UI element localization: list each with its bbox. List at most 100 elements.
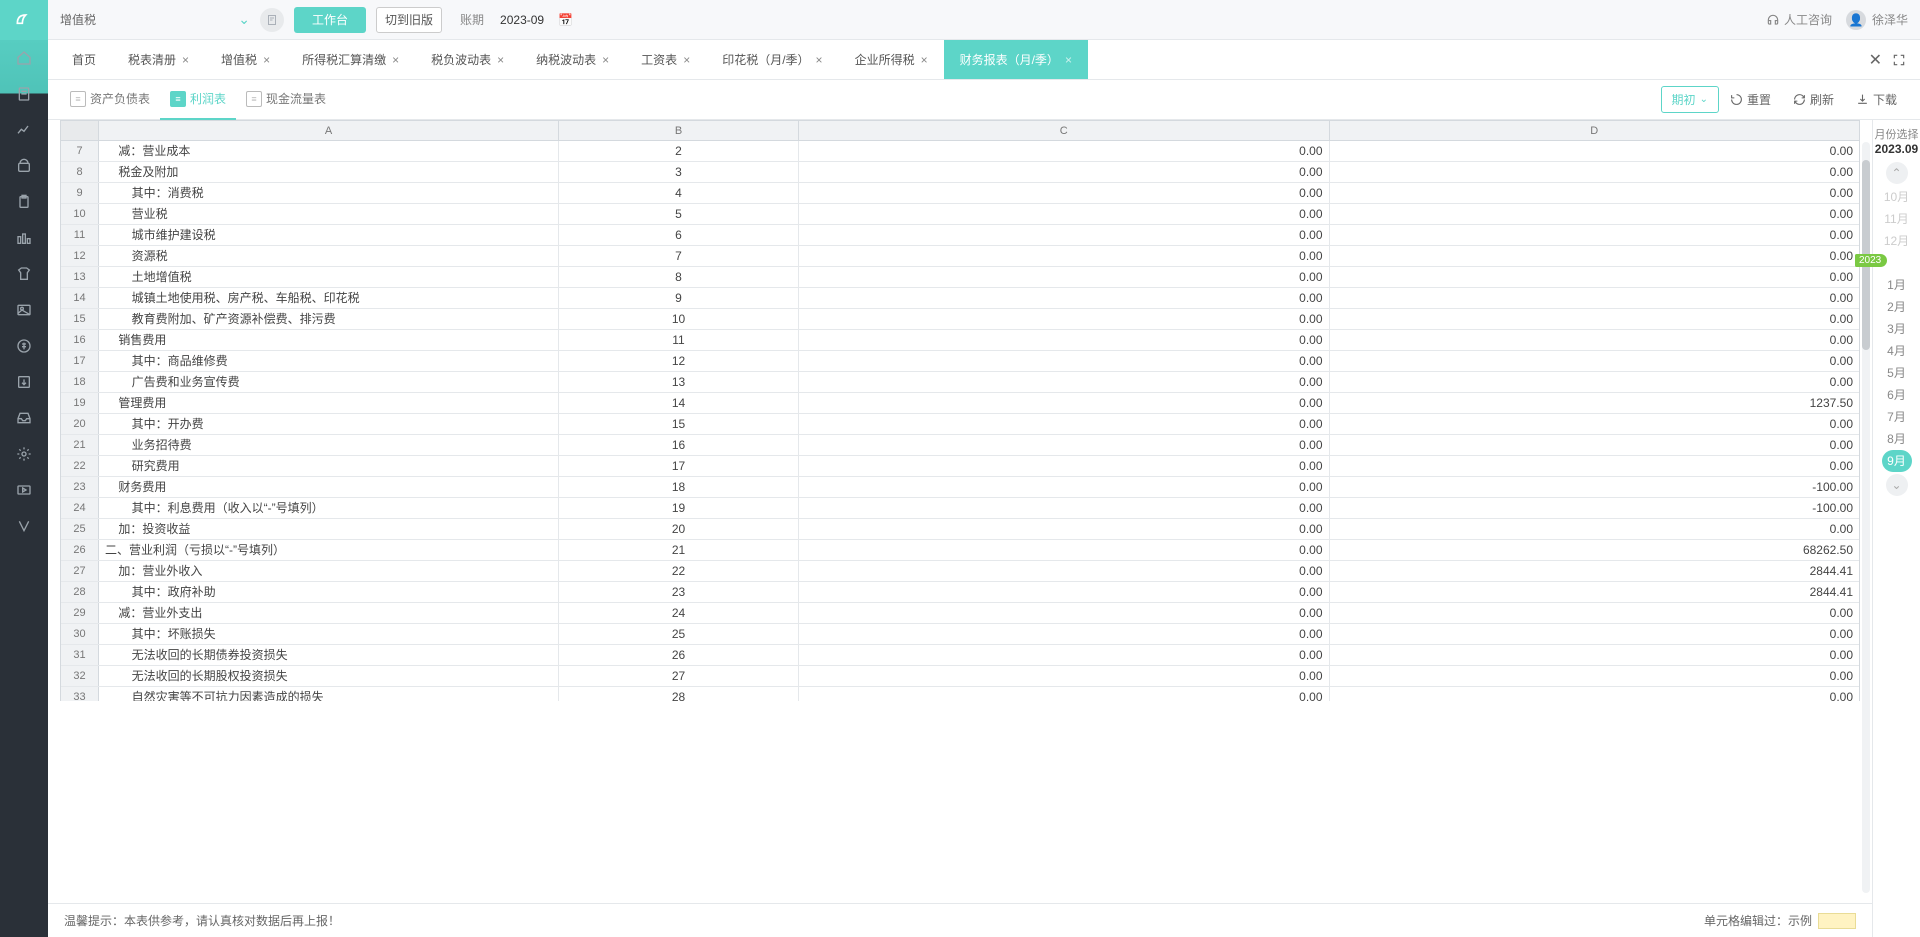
month-item[interactable]: 6月 <box>1882 384 1912 406</box>
cell-d[interactable]: 0.00 <box>1330 183 1860 203</box>
cell-d[interactable]: 68262.50 <box>1330 540 1860 560</box>
cell-a[interactable]: 研究费用 <box>99 456 559 476</box>
row-header[interactable]: 12 <box>61 246 99 266</box>
tab-4[interactable]: 税负波动表× <box>415 40 520 79</box>
row-header[interactable]: 16 <box>61 330 99 350</box>
table-row[interactable]: 11 城市维护建设税60.000.00 <box>61 225 1859 246</box>
cell-c[interactable]: 0.00 <box>799 414 1330 434</box>
cell-a[interactable]: 其中：商品维修费 <box>99 351 559 371</box>
row-header[interactable]: 33 <box>61 687 99 701</box>
cell-c[interactable]: 0.00 <box>799 519 1330 539</box>
cell-d[interactable]: 0.00 <box>1330 687 1860 701</box>
cell-a[interactable]: 销售费用 <box>99 330 559 350</box>
cell-a[interactable]: 广告费和业务宣传费 <box>99 372 559 392</box>
table-row[interactable]: 9 其中：消费税40.000.00 <box>61 183 1859 204</box>
row-header[interactable]: 23 <box>61 477 99 497</box>
nav-doc-icon[interactable] <box>0 76 48 112</box>
cell-d[interactable]: 0.00 <box>1330 624 1860 644</box>
cell-a[interactable]: 业务招待费 <box>99 435 559 455</box>
row-header[interactable]: 24 <box>61 498 99 518</box>
cell-d[interactable]: 0.00 <box>1330 309 1860 329</box>
tab-3[interactable]: 所得税汇算清缴× <box>286 40 415 79</box>
fullscreen-icon[interactable] <box>1892 53 1906 67</box>
month-item[interactable]: 8月 <box>1882 428 1912 450</box>
row-header[interactable]: 17 <box>61 351 99 371</box>
cell-b[interactable]: 13 <box>559 372 799 392</box>
row-header[interactable]: 20 <box>61 414 99 434</box>
month-item[interactable]: 1月 <box>1882 274 1912 296</box>
table-row[interactable]: 23 财务费用180.00-100.00 <box>61 477 1859 498</box>
tab-1[interactable]: 税表清册× <box>112 40 205 79</box>
cell-c[interactable]: 0.00 <box>799 645 1330 665</box>
close-icon[interactable]: × <box>602 53 609 67</box>
cell-c[interactable]: 0.00 <box>799 267 1330 287</box>
cell-d[interactable]: 0.00 <box>1330 456 1860 476</box>
table-row[interactable]: 33 自然灾害等不可抗力因素造成的损失280.000.00 <box>61 687 1859 701</box>
cell-c[interactable]: 0.00 <box>799 603 1330 623</box>
month-item[interactable]: 12月 <box>1884 230 1909 252</box>
cell-b[interactable]: 24 <box>559 603 799 623</box>
tab-2[interactable]: 增值税× <box>205 40 286 79</box>
col-header-a[interactable]: A <box>99 121 559 140</box>
row-header[interactable]: 11 <box>61 225 99 245</box>
cell-a[interactable]: 其中：利息费用（收入以“-”号填列） <box>99 498 559 518</box>
cell-b[interactable]: 3 <box>559 162 799 182</box>
month-item[interactable]: 7月 <box>1882 406 1912 428</box>
cell-b[interactable]: 5 <box>559 204 799 224</box>
cell-d[interactable]: -100.00 <box>1330 477 1860 497</box>
cell-b[interactable]: 8 <box>559 267 799 287</box>
table-row[interactable]: 29 减：营业外支出240.000.00 <box>61 603 1859 624</box>
cell-a[interactable]: 土地增值税 <box>99 267 559 287</box>
cell-a[interactable]: 其中：政府补助 <box>99 582 559 602</box>
table-row[interactable]: 18 广告费和业务宣传费130.000.00 <box>61 372 1859 393</box>
cell-a[interactable]: 无法收回的长期股权投资损失 <box>99 666 559 686</box>
cell-d[interactable]: 0.00 <box>1330 288 1860 308</box>
cell-d[interactable]: 0.00 <box>1330 225 1860 245</box>
row-header[interactable]: 14 <box>61 288 99 308</box>
table-row[interactable]: 19 管理费用140.001237.50 <box>61 393 1859 414</box>
select-all-corner[interactable] <box>61 121 99 140</box>
tab-5[interactable]: 纳税波动表× <box>520 40 625 79</box>
close-icon[interactable]: × <box>1065 53 1072 67</box>
tab-8[interactable]: 企业所得税× <box>839 40 944 79</box>
table-row[interactable]: 22 研究费用170.000.00 <box>61 456 1859 477</box>
subtab-2[interactable]: ≡现金流量表 <box>236 80 336 120</box>
cell-c[interactable]: 0.00 <box>799 435 1330 455</box>
cell-a[interactable]: 加：营业外收入 <box>99 561 559 581</box>
cell-b[interactable]: 15 <box>559 414 799 434</box>
table-row[interactable]: 27 加：营业外收入220.002844.41 <box>61 561 1859 582</box>
cell-b[interactable]: 7 <box>559 246 799 266</box>
cell-d[interactable]: 0.00 <box>1330 330 1860 350</box>
row-header[interactable]: 30 <box>61 624 99 644</box>
table-row[interactable]: 16 销售费用110.000.00 <box>61 330 1859 351</box>
cell-d[interactable]: 0.00 <box>1330 267 1860 287</box>
cell-a[interactable]: 减：营业外支出 <box>99 603 559 623</box>
table-row[interactable]: 21 业务招待费160.000.00 <box>61 435 1859 456</box>
cell-c[interactable]: 0.00 <box>799 162 1330 182</box>
cell-a[interactable]: 资源税 <box>99 246 559 266</box>
cell-b[interactable]: 27 <box>559 666 799 686</box>
cell-c[interactable]: 0.00 <box>799 540 1330 560</box>
cell-c[interactable]: 0.00 <box>799 183 1330 203</box>
nav-money-icon[interactable] <box>0 328 48 364</box>
cell-d[interactable]: 0.00 <box>1330 204 1860 224</box>
table-row[interactable]: 31 无法收回的长期债券投资损失260.000.00 <box>61 645 1859 666</box>
subtab-0[interactable]: ≡资产负债表 <box>60 80 160 120</box>
cell-a[interactable]: 其中：消费税 <box>99 183 559 203</box>
cell-a[interactable]: 营业税 <box>99 204 559 224</box>
close-icon[interactable]: × <box>921 53 928 67</box>
table-row[interactable]: 8 税金及附加30.000.00 <box>61 162 1859 183</box>
tax-type-selector[interactable]: 增值税 ⌄ <box>60 11 250 28</box>
month-item[interactable]: 4月 <box>1882 340 1912 362</box>
cell-b[interactable]: 21 <box>559 540 799 560</box>
table-row[interactable]: 32 无法收回的长期股权投资损失270.000.00 <box>61 666 1859 687</box>
month-next-arrow[interactable]: ⌄ <box>1886 474 1908 496</box>
cell-d[interactable]: 0.00 <box>1330 351 1860 371</box>
close-icon[interactable]: × <box>392 53 399 67</box>
workbench-button[interactable]: 工作台 <box>294 7 366 33</box>
row-header[interactable]: 10 <box>61 204 99 224</box>
cell-d[interactable]: 2844.41 <box>1330 561 1860 581</box>
nav-export-icon[interactable] <box>0 364 48 400</box>
col-header-b[interactable]: B <box>559 121 799 140</box>
cell-b[interactable]: 2 <box>559 141 799 161</box>
